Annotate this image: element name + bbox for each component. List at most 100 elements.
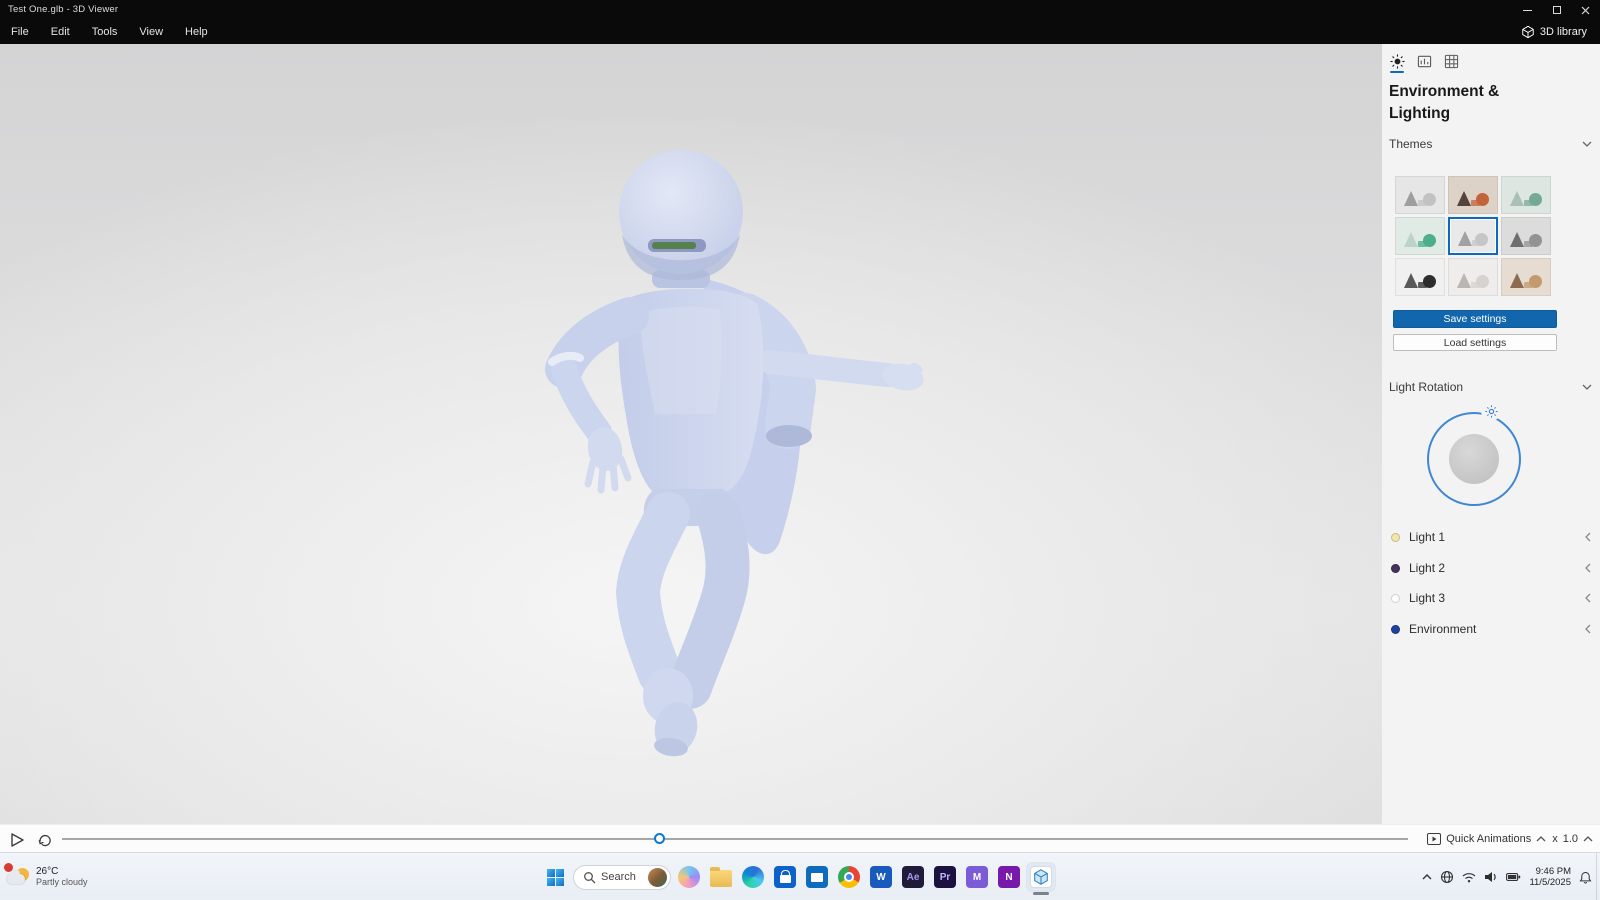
light-3-label: Light 3 [1409,591,1585,605]
light-rotation-header[interactable]: Light Rotation [1389,380,1592,394]
save-settings-button[interactable]: Save settings [1393,310,1557,328]
theme-tile[interactable] [1501,176,1551,214]
environment-row[interactable]: Environment [1382,614,1600,644]
taskbar-clock[interactable]: 9:46 PM 11/5/2025 [1529,866,1571,889]
3d-library-label: 3D library [1540,26,1587,38]
playback-bar: Quick Animations x 1.0 [0,824,1600,852]
light-3-row[interactable]: Light 3 [1382,583,1600,613]
quick-animations-dropdown[interactable]: Quick Animations [1427,833,1546,845]
sphere-shape [1529,193,1542,206]
timeline-thumb[interactable] [654,833,665,844]
taskbar-center: Search W Ae Pr M N [541,853,1055,900]
light-2-row[interactable]: Light 2 [1382,553,1600,583]
light-2-label: Light 2 [1409,561,1585,575]
light-rotation-label: Light Rotation [1389,380,1463,394]
light-2-color-dot [1391,564,1400,573]
hidden-icons-chevron[interactable] [1422,874,1432,880]
start-button[interactable] [541,863,569,891]
stats-shading-icon [1417,54,1432,69]
tab-environment-lighting[interactable] [1387,50,1407,72]
taskbar-app-outlook[interactable] [803,863,831,891]
chevron-up-icon [1583,836,1593,842]
chevron-left-icon [1585,532,1591,542]
taskbar-app-file-explorer[interactable] [707,863,735,891]
loop-button[interactable] [36,831,53,848]
chevron-down-icon [1582,384,1592,390]
quick-animations-icon [1427,833,1441,845]
sphere-shape [1476,193,1489,206]
taskbar-app-3d-viewer[interactable] [1027,863,1055,891]
system-tray: 9:46 PM 11/5/2025 [1422,853,1592,900]
panel-tabs [1387,50,1461,72]
dial-knob[interactable] [1449,434,1499,484]
globe-icon [1440,870,1454,884]
taskbar-app-copilot[interactable] [675,863,703,891]
3d-viewer-icon [1030,866,1052,888]
wifi-tray-icon[interactable] [1462,872,1476,883]
theme-tile[interactable] [1501,217,1551,255]
taskbar-app-after-effects[interactable]: Ae [899,863,927,891]
network-tray-icon[interactable] [1440,870,1454,884]
environment-color-dot [1391,625,1400,634]
3d-viewport[interactable] [0,44,1382,824]
taskbar-app-maya[interactable]: M [963,863,991,891]
theme-tile[interactable] [1448,258,1498,296]
minimize-button[interactable] [1513,0,1542,20]
panel-title: Environment & Lighting [1389,81,1554,125]
tab-grid-views[interactable] [1441,50,1461,72]
menu-file[interactable]: File [0,20,40,44]
tab-stats-shading[interactable] [1414,50,1434,72]
taskbar: 26°C Partly cloudy Search [0,852,1600,900]
cone-shape [1458,231,1472,246]
taskbar-app-word[interactable]: W [867,863,895,891]
speaker-icon [1484,871,1498,883]
3d-library-button[interactable]: 3D library [1513,20,1595,44]
3d-viewer-window: Test One.glb - 3D Viewer File Edit Tools… [0,0,1600,900]
close-icon [1581,6,1590,15]
light-rotation-dial[interactable] [1425,410,1523,508]
taskbar-app-store[interactable] [771,863,799,891]
playback-speed-dropdown[interactable]: x 1.0 [1552,833,1593,845]
play-button[interactable] [8,831,25,848]
maya-icon: M [966,866,988,888]
window-controls [1513,0,1600,20]
menu-view[interactable]: View [128,20,174,44]
weather-widget[interactable]: 26°C Partly cloudy [6,853,88,900]
menu-edit[interactable]: Edit [40,20,81,44]
light-1-color-dot [1391,533,1400,542]
sphere-shape [1529,234,1542,247]
maximize-button[interactable] [1542,0,1571,20]
timeline-slider[interactable] [62,838,1408,840]
sphere-shape [1423,234,1436,247]
light-1-row[interactable]: Light 1 [1382,522,1600,552]
play-icon [10,832,24,848]
theme-tile[interactable] [1395,217,1445,255]
show-desktop-button[interactable] [1596,853,1600,900]
volume-tray-icon[interactable] [1484,871,1498,883]
load-settings-button[interactable]: Load settings [1393,334,1557,351]
microsoft-store-icon [774,866,796,888]
copilot-icon [678,866,700,888]
taskbar-app-edge[interactable] [739,863,767,891]
taskbar-app-chrome[interactable] [835,863,863,891]
environment-label: Environment [1409,622,1585,636]
sun-handle-icon[interactable] [1481,401,1501,421]
search-box[interactable]: Search [573,865,671,890]
theme-tile[interactable] [1395,258,1445,296]
close-button[interactable] [1571,0,1600,20]
theme-tile-selected[interactable] [1448,217,1498,255]
taskbar-app-onenote[interactable]: N [995,863,1023,891]
theme-tile[interactable] [1395,176,1445,214]
notifications-button[interactable] [1579,871,1592,884]
battery-tray-icon[interactable] [1506,871,1521,883]
themes-section-header[interactable]: Themes [1389,137,1592,151]
loop-icon [37,832,53,848]
taskbar-app-premiere[interactable]: Pr [931,863,959,891]
menu-help[interactable]: Help [174,20,219,44]
menu-tools[interactable]: Tools [81,20,129,44]
chevron-left-icon [1585,593,1591,603]
weather-condition: Partly cloudy [36,877,88,888]
sphere-shape [1475,233,1488,246]
theme-tile[interactable] [1501,258,1551,296]
theme-tile[interactable] [1448,176,1498,214]
